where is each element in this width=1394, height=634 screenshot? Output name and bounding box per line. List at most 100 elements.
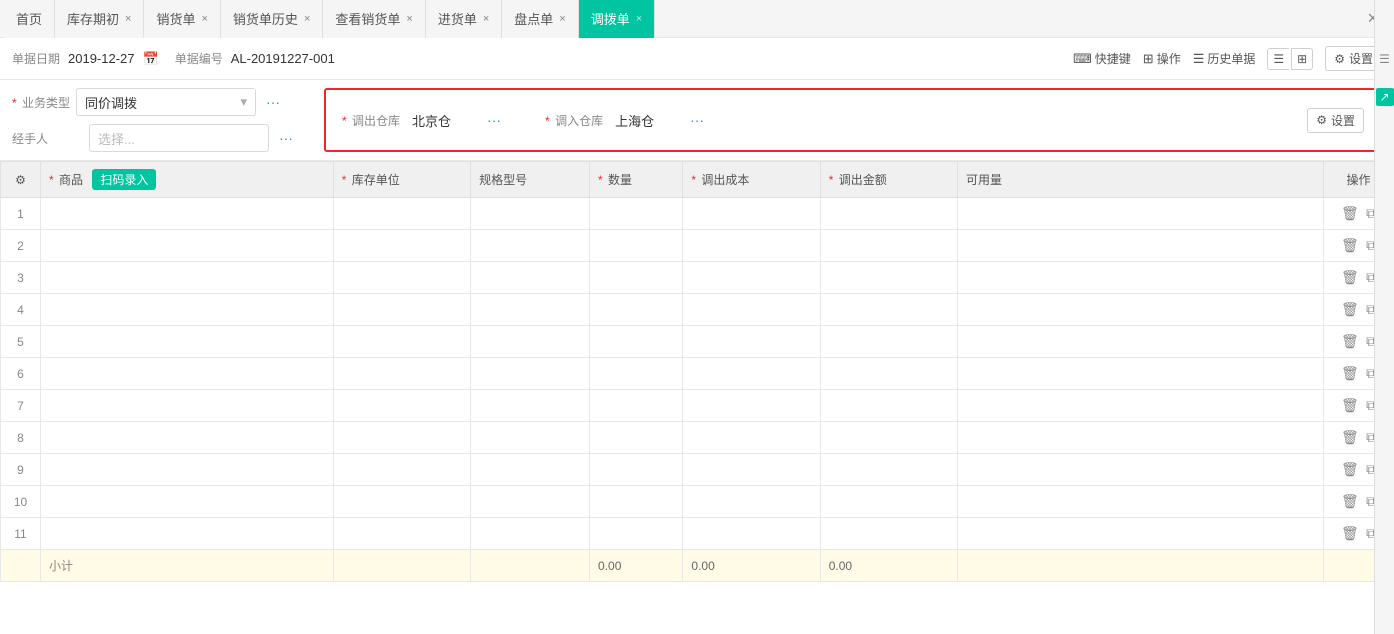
shortcuts-button[interactable]: ⌨ 快捷键 <box>1073 50 1131 67</box>
cell-cost-7 <box>683 390 820 422</box>
row-num-6: 6 <box>1 358 41 390</box>
transfer-in-value: 上海仓 <box>615 111 654 130</box>
warehouse-settings-button[interactable]: ⚙ 设置 <box>1307 108 1364 133</box>
form-section: * 业务类型 同价调拨 ▾ ··· 经手人 选择... <box>0 80 1394 161</box>
cell-amount-8 <box>820 422 957 454</box>
transfer-out-more-button[interactable]: ··· <box>483 112 505 128</box>
cell-product-3[interactable] <box>41 262 334 294</box>
cell-spec-9 <box>471 454 590 486</box>
close-tab-sales-order[interactable]: × <box>201 13 207 25</box>
subtotal-quantity: 0.00 <box>590 550 683 582</box>
cell-unit-4 <box>333 294 470 326</box>
gear-icon: ⚙ <box>1334 52 1345 66</box>
cell-amount-11 <box>820 518 957 550</box>
cell-quantity-4 <box>590 294 683 326</box>
tab-home[interactable]: 首页 <box>4 0 55 38</box>
operations-button[interactable]: ⊞ 操作 <box>1143 50 1181 67</box>
close-tab-sales-history[interactable]: × <box>304 13 310 25</box>
layout-grid-button[interactable]: ⊞ <box>1291 48 1313 70</box>
sidebar-export-icon[interactable]: ↗ <box>1376 88 1394 106</box>
delete-row-icon-4[interactable]: 🗑 <box>1341 301 1359 317</box>
layout-list-button[interactable]: ☰ <box>1267 48 1289 70</box>
sidebar-list-icon[interactable]: ☰ <box>1376 50 1394 68</box>
cell-product-8[interactable] <box>41 422 334 454</box>
cell-quantity-9 <box>590 454 683 486</box>
cell-available-3 <box>958 262 1324 294</box>
grid-icon: ⊞ <box>1297 52 1307 66</box>
cell-product-10[interactable] <box>41 486 334 518</box>
delete-row-icon-6[interactable]: 🗑 <box>1341 365 1359 381</box>
delete-row-icon-9[interactable]: 🗑 <box>1341 461 1359 477</box>
history-button[interactable]: ☰ 历史单据 <box>1193 50 1256 67</box>
transfer-in-more-button[interactable]: ··· <box>686 112 708 128</box>
tab-transfer[interactable]: 调拨单 × <box>579 0 655 38</box>
cell-available-9 <box>958 454 1324 486</box>
tab-inventory-check[interactable]: 盘点单 × <box>502 0 578 38</box>
subtotal-row: 小计 0.00 0.00 0.00 <box>1 550 1394 582</box>
table-row: 8 🗑 ⧉ <box>1 422 1394 454</box>
handler-placeholder: 选择... <box>98 129 260 148</box>
cell-product-9[interactable] <box>41 454 334 486</box>
cell-spec-10 <box>471 486 590 518</box>
close-tab-inventory-init[interactable]: × <box>125 13 131 25</box>
close-tab-inventory-check[interactable]: × <box>559 13 565 25</box>
delete-row-icon-10[interactable]: 🗑 <box>1341 493 1359 509</box>
cell-product-1[interactable] <box>41 198 334 230</box>
cell-product-11[interactable] <box>41 518 334 550</box>
dropdown-arrow-icon: ▾ <box>241 94 248 110</box>
operations-icon: ⊞ <box>1143 51 1154 67</box>
tab-view-sales[interactable]: 查看销货单 × <box>323 0 425 38</box>
cell-quantity-2 <box>590 230 683 262</box>
handler-more-button[interactable]: ··· <box>275 130 297 146</box>
gear-icon-warehouse: ⚙ <box>1316 113 1327 127</box>
cell-available-5 <box>958 326 1324 358</box>
table-row: 2 🗑 ⧉ <box>1 230 1394 262</box>
delete-row-icon-5[interactable]: 🗑 <box>1341 333 1359 349</box>
cell-amount-7 <box>820 390 957 422</box>
business-type-more-button[interactable]: ··· <box>262 94 284 110</box>
cell-cost-9 <box>683 454 820 486</box>
tab-sales-order[interactable]: 销货单 × <box>144 0 220 38</box>
cell-amount-2 <box>820 230 957 262</box>
table-row: 7 🗑 ⧉ <box>1 390 1394 422</box>
scan-input-button[interactable]: 扫码录入 <box>92 169 156 190</box>
cell-quantity-5 <box>590 326 683 358</box>
cell-product-2[interactable] <box>41 230 334 262</box>
handler-dropdown[interactable]: 选择... <box>89 124 269 152</box>
cell-product-7[interactable] <box>41 390 334 422</box>
cell-product-4[interactable] <box>41 294 334 326</box>
cell-cost-4 <box>683 294 820 326</box>
delete-row-icon-1[interactable]: 🗑 <box>1341 205 1359 221</box>
table-row: 6 🗑 ⧉ <box>1 358 1394 390</box>
cell-cost-10 <box>683 486 820 518</box>
transfer-out-field: * 调出仓库 北京仓 ··· <box>342 111 505 130</box>
delete-row-icon-8[interactable]: 🗑 <box>1341 429 1359 445</box>
subtotal-cost: 0.00 <box>683 550 820 582</box>
required-star: * <box>12 96 17 110</box>
delete-row-icon-2[interactable]: 🗑 <box>1341 237 1359 253</box>
table-row: 4 🗑 ⧉ <box>1 294 1394 326</box>
cell-spec-3 <box>471 262 590 294</box>
delete-row-icon-3[interactable]: 🗑 <box>1341 269 1359 285</box>
delete-row-icon-11[interactable]: 🗑 <box>1341 525 1359 541</box>
tab-inventory-init[interactable]: 库存期初 × <box>55 0 144 38</box>
cell-product-6[interactable] <box>41 358 334 390</box>
business-type-dropdown[interactable]: 同价调拨 ▾ <box>76 88 256 116</box>
cell-cost-3 <box>683 262 820 294</box>
col-header-spec: 规格型号 <box>471 162 590 198</box>
delete-row-icon-7[interactable]: 🗑 <box>1341 397 1359 413</box>
form-left: * 业务类型 同价调拨 ▾ ··· 经手人 选择... <box>12 88 312 152</box>
row-num-1: 1 <box>1 198 41 230</box>
close-tab-transfer[interactable]: × <box>636 13 642 25</box>
table-row: 5 🗑 ⧉ <box>1 326 1394 358</box>
tab-purchase-order[interactable]: 进货单 × <box>426 0 502 38</box>
tab-sales-history[interactable]: 销货单历史 × <box>221 0 323 38</box>
col-header-settings[interactable]: ⚙ <box>1 162 41 198</box>
calendar-icon[interactable]: 📅 <box>143 51 159 67</box>
cell-unit-6 <box>333 358 470 390</box>
cell-unit-7 <box>333 390 470 422</box>
close-tab-view-sales[interactable]: × <box>406 13 412 25</box>
cell-product-5[interactable] <box>41 326 334 358</box>
close-tab-purchase-order[interactable]: × <box>483 13 489 25</box>
cell-amount-4 <box>820 294 957 326</box>
